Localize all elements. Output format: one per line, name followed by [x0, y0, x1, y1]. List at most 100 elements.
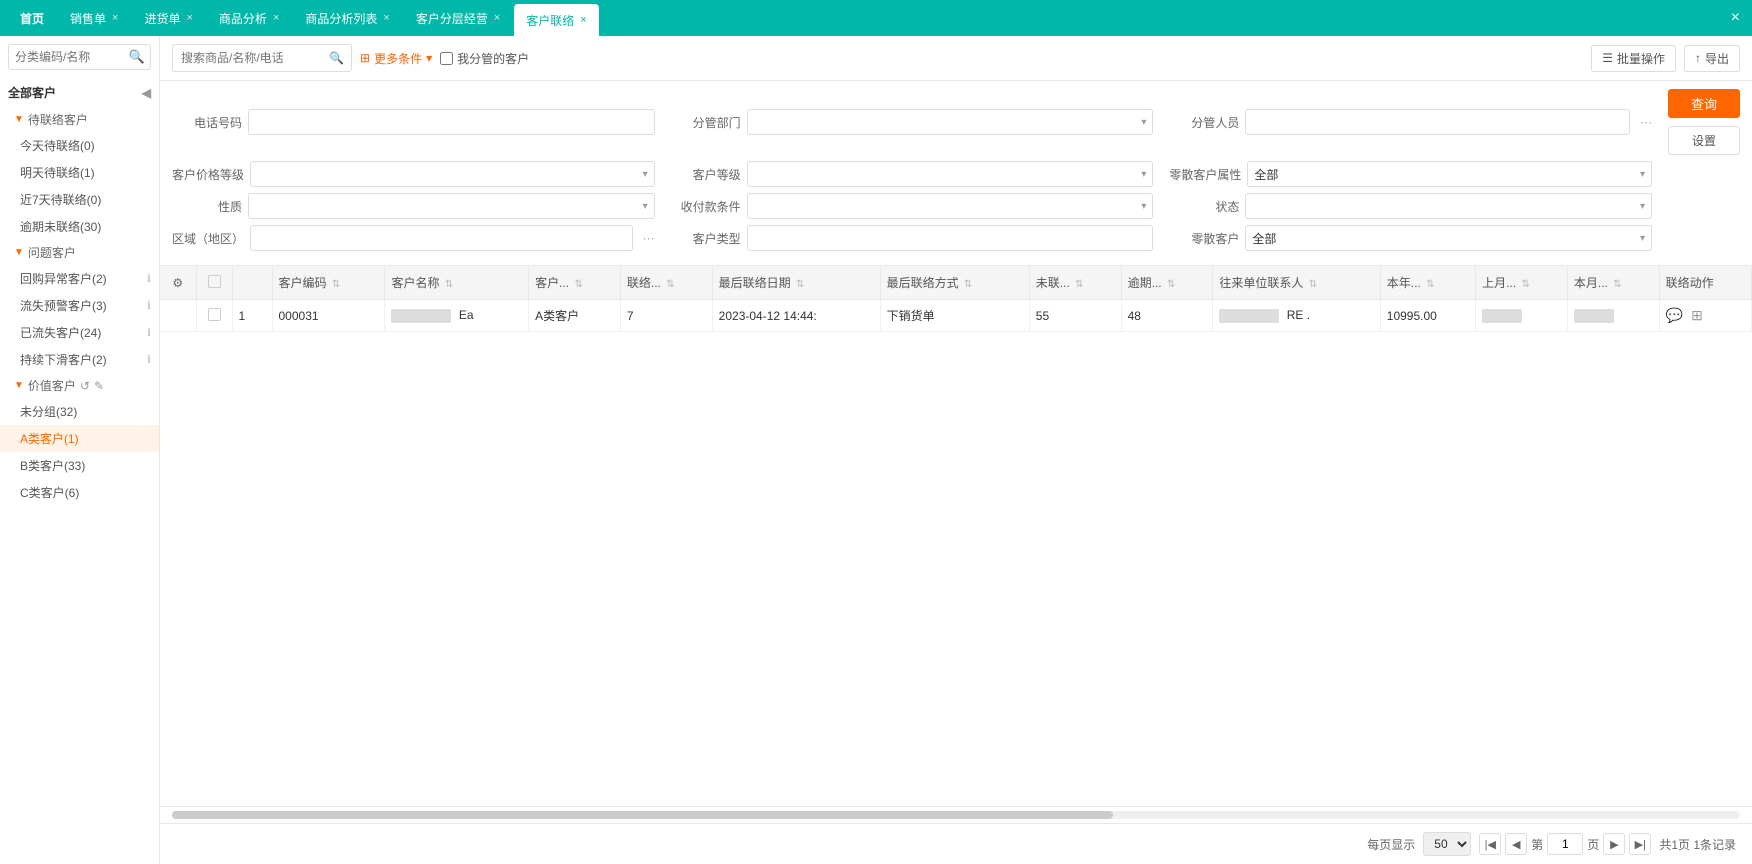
table-row: 1 000031 Ea A类客户 — [160, 300, 1752, 332]
retail-select[interactable]: 全部 ▾ — [1245, 225, 1652, 251]
setting-button[interactable]: 设置 — [1668, 126, 1740, 155]
col-gear[interactable]: ⚙ — [160, 266, 196, 300]
nav-goods-list-close[interactable]: × — [383, 12, 389, 24]
scroll-thumb[interactable] — [172, 811, 1113, 819]
page-size-select[interactable]: 50 — [1423, 832, 1471, 856]
retail-label: 零散客户 — [1169, 230, 1239, 247]
sidebar-item-ungrouped[interactable]: 未分组(32) — [0, 398, 159, 425]
export-icon: ↑ — [1695, 51, 1701, 65]
col-code-header[interactable]: 客户编码 ⇅ — [272, 266, 385, 300]
row-last-method[interactable]: 下销货单 — [887, 309, 935, 323]
filter-search-input[interactable] — [172, 44, 352, 72]
manager-dots[interactable]: ··· — [1640, 115, 1652, 129]
nav-purchase-close[interactable]: × — [186, 12, 192, 24]
cell-checkbox[interactable] — [196, 300, 232, 332]
status-select[interactable]: ▾ — [1245, 193, 1652, 219]
value-edit-icon[interactable]: ✎ — [94, 379, 104, 393]
col-checkbox-header[interactable] — [196, 266, 232, 300]
nav-goods-list[interactable]: 商品分析列表 × — [293, 0, 401, 36]
overdue-label: 逾期未联络(30) — [20, 218, 151, 235]
price-level-select[interactable]: ▾ — [250, 161, 655, 187]
value-arrow: ▼ — [14, 380, 24, 391]
batch-op-button[interactable]: ☰ 批量操作 — [1591, 45, 1676, 72]
customer-type-select[interactable] — [747, 225, 1154, 251]
sidebar-item-today-pending[interactable]: 今天待联络(0) — [0, 132, 159, 159]
retail-attr-select[interactable]: 全部 ▾ — [1247, 161, 1652, 187]
cell-code[interactable]: 000031 — [272, 300, 385, 332]
region-input[interactable] — [250, 225, 633, 251]
value-refresh-icon[interactable]: ↺ — [80, 379, 90, 393]
sidebar-item-churned[interactable]: 已流失客户(24) ℹ — [0, 319, 159, 346]
nav-purchase[interactable]: 进货单 × — [132, 0, 204, 36]
sidebar-all-customers[interactable]: 全部客户 ◀ — [0, 78, 159, 107]
col-contacts-header[interactable]: 往来单位联系人 ⇅ — [1213, 266, 1380, 300]
sidebar-item-overdue[interactable]: 逾期未联络(30) — [0, 213, 159, 240]
page-number-input[interactable] — [1547, 833, 1583, 855]
col-this-month-header[interactable]: 本月... ⇅ — [1567, 266, 1659, 300]
col-not-contacted-header[interactable]: 未联... ⇅ — [1029, 266, 1121, 300]
nav-customer-segment-close[interactable]: × — [494, 12, 500, 24]
filter-action-col: 查询 设置 — [1660, 89, 1740, 155]
payment-select[interactable]: ▾ — [747, 193, 1154, 219]
row-checkbox[interactable] — [208, 308, 221, 321]
nav-goods-analysis[interactable]: 商品分析 × — [207, 0, 291, 36]
sidebar-item-7days-pending[interactable]: 近7天待联络(0) — [0, 186, 159, 213]
query-button[interactable]: 查询 — [1668, 89, 1740, 118]
sidebar-item-churn-warning[interactable]: 流失预警客户(3) ℹ — [0, 292, 159, 319]
sidebar-item-declining[interactable]: 持续下滑客户(2) ℹ — [0, 346, 159, 373]
select-all-checkbox[interactable] — [208, 275, 221, 288]
table-wrapper[interactable]: ⚙ 客户编码 ⇅ 客户名称 — [160, 266, 1752, 806]
horizontal-scrollbar[interactable] — [160, 806, 1752, 823]
cell-last-month — [1476, 300, 1568, 332]
col-level-header[interactable]: 客户... ⇅ — [529, 266, 621, 300]
sidebar-item-c-class[interactable]: C类客户(6) — [0, 479, 159, 506]
nature-select[interactable]: ▾ — [248, 193, 655, 219]
nav-sales-close[interactable]: × — [112, 12, 118, 24]
nav-customer-segment[interactable]: 客户分层经营 × — [404, 0, 512, 36]
phone-input[interactable] — [248, 109, 655, 135]
filter-cell-phone: 电话号码 — [172, 109, 663, 135]
filter-cell-nature: 性质 ▾ — [172, 193, 663, 219]
qr-icon[interactable]: ⊞ — [1691, 307, 1703, 324]
col-last-date-sort: ⇅ — [796, 279, 804, 290]
nav-customer-segment-label: 客户分层经营 — [416, 10, 488, 27]
manager-input[interactable] — [1245, 109, 1630, 135]
col-last-method-header[interactable]: 最后联络方式 ⇅ — [880, 266, 1029, 300]
region-dots[interactable]: ··· — [643, 231, 655, 245]
my-customers-checkbox[interactable] — [440, 52, 453, 65]
nav-customer-contact-close[interactable]: × — [580, 14, 586, 26]
sidebar-item-tomorrow-pending[interactable]: 明天待联络(1) — [0, 159, 159, 186]
nav-customer-contact[interactable]: 客户联络 × — [514, 4, 598, 36]
nav-goods-analysis-close[interactable]: × — [273, 12, 279, 24]
sidebar-item-a-class[interactable]: A类客户(1) — [0, 425, 159, 452]
scroll-track[interactable] — [172, 811, 1740, 819]
col-overdue-header[interactable]: 逾期... ⇅ — [1121, 266, 1213, 300]
total-pages-label: 页 — [1587, 836, 1599, 853]
export-button[interactable]: ↑ 导出 — [1684, 45, 1740, 72]
first-page-button[interactable]: |◀ — [1479, 833, 1501, 855]
sidebar-item-b-class[interactable]: B类客户(33) — [0, 452, 159, 479]
message-icon[interactable]: 💬 — [1666, 307, 1683, 324]
price-level-arrow: ▾ — [643, 169, 648, 180]
my-customers-filter[interactable]: 我分管的客户 — [440, 50, 529, 67]
filter-more-conditions[interactable]: ⊞ 更多条件 ▾ — [360, 50, 432, 67]
declining-label: 持续下滑客户(2) — [20, 351, 147, 368]
nav-home[interactable]: 首页 — [8, 0, 56, 36]
dept-select[interactable]: ▾ — [747, 109, 1154, 135]
sidebar-item-repurchase-abnormal[interactable]: 回购异常客户(2) ℹ — [0, 265, 159, 292]
col-last-date-header[interactable]: 最后联络日期 ⇅ — [712, 266, 880, 300]
nav-sales[interactable]: 销售单 × — [58, 0, 130, 36]
col-name-header[interactable]: 客户名称 ⇅ — [385, 266, 529, 300]
table-gear-icon[interactable]: ⚙ — [172, 276, 183, 290]
cell-last-method[interactable]: 下销货单 — [880, 300, 1029, 332]
top-nav-close[interactable]: × — [1731, 9, 1740, 27]
next-page-button[interactable]: ▶ — [1603, 833, 1625, 855]
col-last-month-header[interactable]: 上月... ⇅ — [1476, 266, 1568, 300]
col-contact-header[interactable]: 联络... ⇅ — [620, 266, 712, 300]
col-this-year-header[interactable]: 本年... ⇅ — [1380, 266, 1475, 300]
customer-level-select[interactable]: ▾ — [747, 161, 1154, 187]
prev-page-button[interactable]: ◀ — [1505, 833, 1527, 855]
sidebar-collapse-icon[interactable]: ◀ — [142, 86, 151, 100]
repurchase-info-icon: ℹ — [147, 272, 151, 285]
last-page-button[interactable]: ▶| — [1629, 833, 1651, 855]
